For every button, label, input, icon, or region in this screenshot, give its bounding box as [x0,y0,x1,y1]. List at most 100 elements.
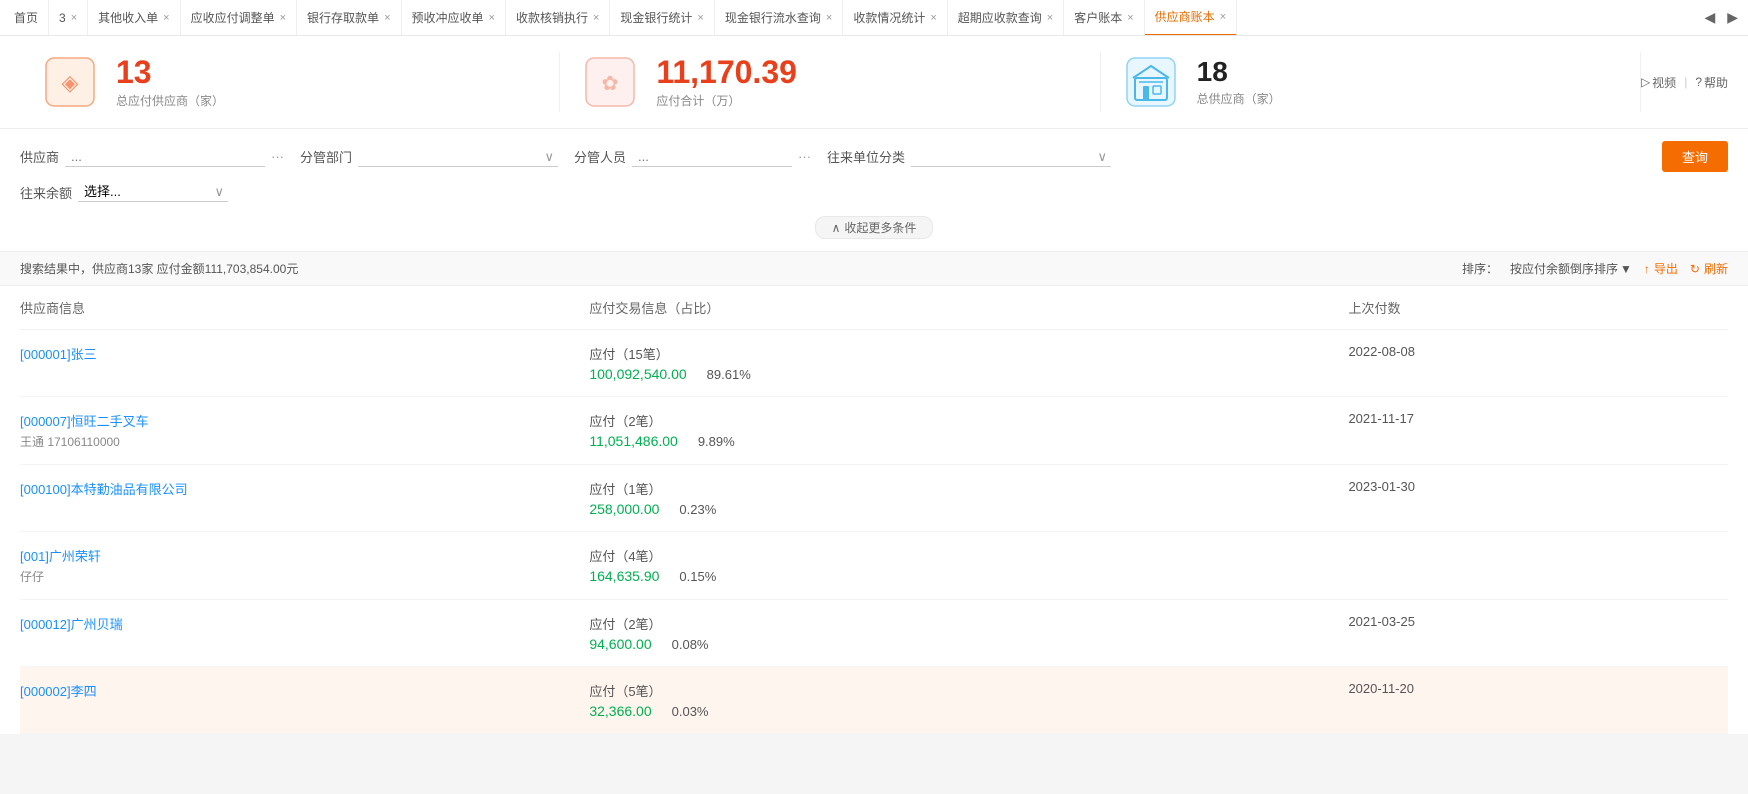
payable-total-num: 11,170.39 [656,56,797,88]
filter-person: 分管人员 ··· [574,147,811,167]
balance-select[interactable]: 选择... [78,182,228,202]
supplier-cell-1: [000007]恒旺二手叉车王通 17106110000 [20,411,589,450]
sort-value[interactable]: 按应付余额倒序排序 ▼ [1510,260,1632,277]
dept-select[interactable] [358,147,558,167]
nav-tab-home[interactable]: 首页 [4,0,49,36]
tx-label-2: 应付（1笔） [589,479,1348,498]
supplier-dots-icon[interactable]: ··· [271,149,284,164]
tx-amount-4[interactable]: 94,600.00 [589,636,651,652]
supplier-link-4[interactable]: [000012]广州贝瑞 [20,617,123,632]
table-row: [000012]广州贝瑞应付（2笔）94,600.000.08%2021-03-… [20,600,1728,667]
export-button[interactable]: ↑ 导出 [1644,260,1678,277]
nav-tab-supplier-ledger[interactable]: 供应商账本× [1145,0,1237,36]
supplier-link-2[interactable]: [000100]本特勤油品有限公司 [20,482,188,497]
tx-pct-4: 0.08% [672,637,709,652]
suppliers-payable-label: 总应付供应商（家） [116,92,224,109]
summary-card-total-suppliers: 18 总供应商（家） [1101,52,1641,112]
summary-card-suppliers-payable: ◈ 13 总应付供应商（家） [20,52,560,112]
help-link[interactable]: ? 帮助 [1695,74,1728,91]
category-label: 往来单位分类 [827,147,905,166]
close-tab-cash-bank-stat[interactable]: × [697,12,703,24]
nav-tab-receipt-verify[interactable]: 收款核销执行× [506,0,610,36]
nav-tab-receipt-stat[interactable]: 收款情况统计× [843,0,947,36]
tx-label-0: 应付（15笔） [589,344,1348,363]
category-select[interactable] [911,147,1111,167]
nav-tab-customer-ledger[interactable]: 客户账本× [1064,0,1144,36]
transaction-cell-1: 应付（2笔）11,051,486.009.89% [589,411,1348,449]
tx-amount-2[interactable]: 258,000.00 [589,501,659,517]
nav-tab-other-income[interactable]: 其他收入单× [88,0,180,36]
sort-down-icon: ▼ [1620,262,1632,276]
lastpay-value-1: 2021-11-17 [1348,411,1728,426]
col-header-supplier: 供应商信息 [20,298,589,317]
refresh-button[interactable]: ↻ 刷新 [1690,260,1728,277]
tx-amount-1[interactable]: 11,051,486.00 [589,433,678,449]
supplier-cell-4: [000012]广州贝瑞 [20,614,589,633]
result-bar: 搜索结果中，供应商13家 应付金额111,703,854.00元 排序： 按应付… [0,252,1748,286]
top-right-links: ▷ 视频 | ? 帮助 [1641,74,1728,91]
nav-tab-ar-ap-adjust[interactable]: 应收应付调整单× [181,0,297,36]
query-button[interactable]: 查询 [1662,141,1728,172]
summary-icon-1: ◈ [40,52,100,112]
nav-next-arrow[interactable]: ▶ [1721,0,1744,36]
tx-amount-0[interactable]: 100,092,540.00 [589,366,686,382]
lastpay-value-0: 2022-08-08 [1348,344,1728,359]
nav-tab-advance-offset[interactable]: 预收冲应收单× [402,0,506,36]
dept-select-wrap: ∨ [358,147,558,167]
nav-tab-tab3[interactable]: 3× [49,0,88,36]
balance-select-wrap: 选择... ∨ [78,182,228,202]
close-tab-overdue-ar[interactable]: × [1047,12,1053,24]
close-tab-bank-deposit[interactable]: × [384,12,390,24]
person-dots-icon[interactable]: ··· [798,149,811,164]
lastpay-cell-5: 2020-11-20 [1348,681,1728,696]
close-tab-cash-flow-query[interactable]: × [826,12,832,24]
tx-label-5: 应付（5笔） [589,681,1348,700]
filter-balance: 往来余额 选择... ∨ [20,182,228,202]
video-link[interactable]: ▷ 视频 [1641,74,1676,91]
total-suppliers-label: 总供应商（家） [1197,90,1281,107]
close-tab-tab3[interactable]: × [71,12,77,24]
close-tab-supplier-ledger[interactable]: × [1220,11,1226,23]
result-text: 搜索结果中，供应商13家 应付金额111,703,854.00元 [20,260,298,277]
filter-row-1: 供应商 ··· 分管部门 ∨ 分管人员 ··· 往来单位分类 [20,141,1728,172]
tx-label-3: 应付（4笔） [589,546,1348,565]
summary-text-2: 11,170.39 应付合计（万） [656,56,797,109]
tx-pct-1: 9.89% [698,434,735,449]
supplier-label: 供应商 [20,147,59,166]
filter-area: 供应商 ··· 分管部门 ∨ 分管人员 ··· 往来单位分类 [0,129,1748,252]
person-input[interactable] [632,147,792,167]
balance-label: 往来余额 [20,183,72,202]
supplier-link-5[interactable]: [000002]李四 [20,684,97,699]
nav-tab-overdue-ar[interactable]: 超期应收款查询× [948,0,1064,36]
filter-category: 往来单位分类 ∨ [827,147,1111,167]
transaction-cell-5: 应付（5笔）32,366.000.03% [589,681,1348,719]
transaction-cell-3: 应付（4笔）164,635.900.15% [589,546,1348,584]
close-tab-ar-ap-adjust[interactable]: × [280,12,286,24]
refresh-icon: ↻ [1690,262,1700,276]
supplier-link-3[interactable]: [001]广州荣轩 [20,549,101,564]
nav-tab-cash-bank-stat[interactable]: 现金银行统计× [610,0,714,36]
supplier-sub-1: 王通 17106110000 [20,433,589,450]
tx-amount-3[interactable]: 164,635.90 [589,568,659,584]
sort-label: 排序： [1462,260,1498,277]
top-navigation: 首页3×其他收入单×应收应付调整单×银行存取款单×预收冲应收单×收款核销执行×现… [0,0,1748,36]
tx-amount-5[interactable]: 32,366.00 [589,703,651,719]
lastpay-cell-2: 2023-01-30 [1348,479,1728,494]
close-tab-customer-ledger[interactable]: × [1127,12,1133,24]
tx-label-4: 应付（2笔） [589,614,1348,633]
nav-tab-cash-flow-query[interactable]: 现金银行流水查询× [715,0,843,36]
summary-text-3: 18 总供应商（家） [1197,58,1281,107]
supplier-link-0[interactable]: [000001]张三 [20,347,97,362]
close-tab-other-income[interactable]: × [163,12,169,24]
lastpay-cell-1: 2021-11-17 [1348,411,1728,426]
close-tab-receipt-stat[interactable]: × [930,12,936,24]
close-tab-advance-offset[interactable]: × [489,12,495,24]
close-tab-receipt-verify[interactable]: × [593,12,599,24]
svg-text:◈: ◈ [62,70,79,95]
supplier-link-1[interactable]: [000007]恒旺二手叉车 [20,414,149,429]
supplier-input[interactable] [65,147,265,167]
nav-prev-arrow[interactable]: ◀ [1698,0,1721,36]
category-select-wrap: ∨ [911,147,1111,167]
nav-tab-bank-deposit[interactable]: 银行存取款单× [297,0,401,36]
collapse-button[interactable]: ∧ 收起更多条件 [815,216,934,239]
